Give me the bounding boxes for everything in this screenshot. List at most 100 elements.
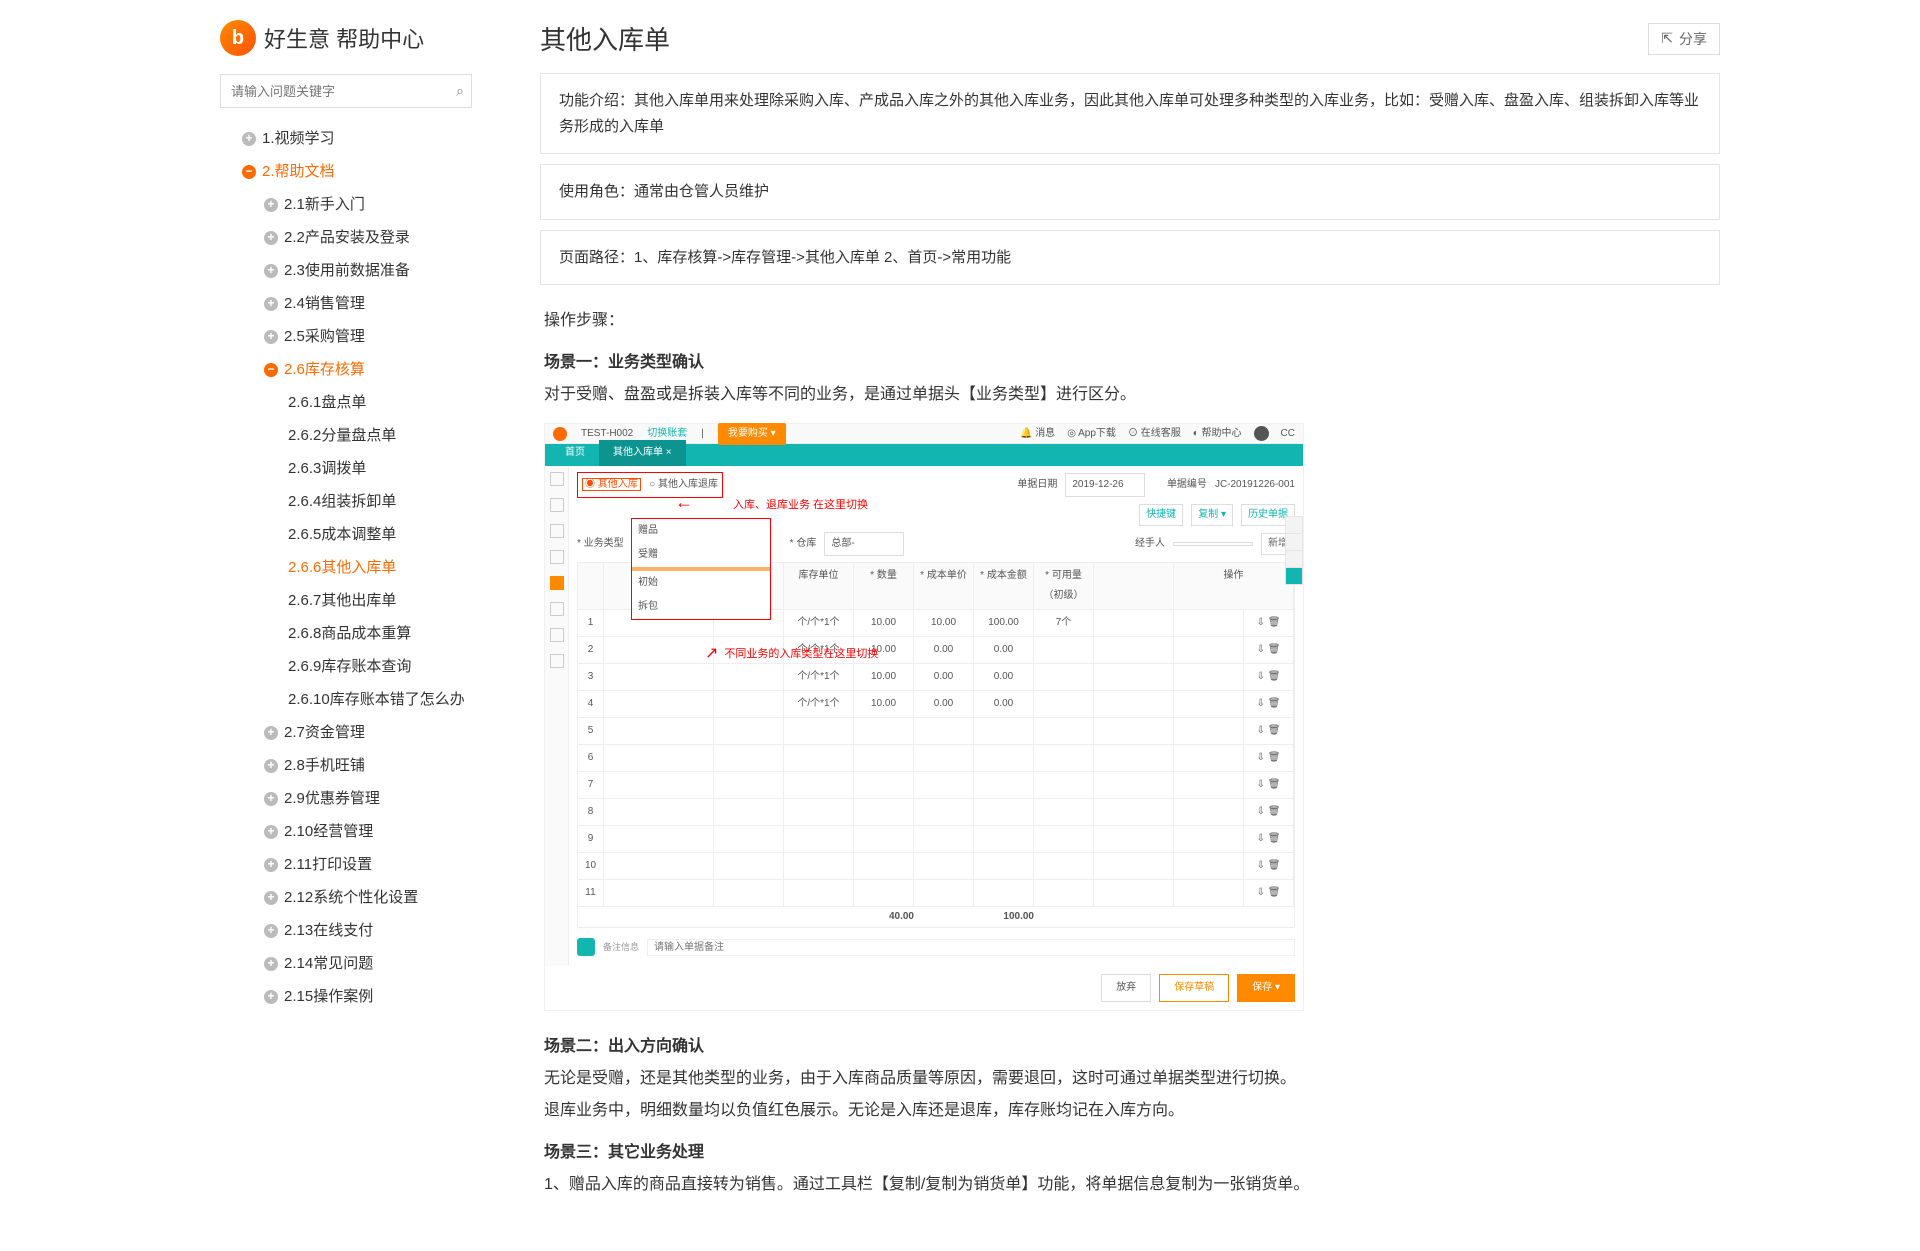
handler-field[interactable] (1173, 542, 1253, 546)
cancel-button[interactable]: 放弃 (1101, 974, 1151, 1002)
dd-opt[interactable]: 受赠 (632, 543, 770, 567)
sidebar-item[interactable]: 2.3使用前数据准备 (264, 254, 472, 287)
table-row-empty[interactable]: 5⇩ 🗑 (577, 718, 1295, 745)
col-header: * 成本金额 (974, 563, 1034, 609)
side-tool[interactable] (1285, 533, 1303, 551)
plus-icon[interactable] (264, 924, 278, 938)
save-draft-button[interactable]: 保存草稿 (1159, 974, 1229, 1002)
buy-button[interactable]: 我要购买 ▾ (718, 423, 786, 445)
tab-doc[interactable]: 其他入库单 × (599, 440, 686, 466)
sidebar-leaf[interactable]: 2.6.1盘点单 (286, 386, 472, 419)
search-input[interactable] (220, 74, 472, 108)
sidebar-item-label: 2.11打印设置 (284, 848, 372, 881)
toolbar-copy[interactable]: 复制 ▾ (1191, 504, 1233, 526)
sidebar-leaf[interactable]: 2.6.2分量盘点单 (286, 419, 472, 452)
plus-icon[interactable] (264, 297, 278, 311)
rail-icon[interactable] (550, 654, 564, 668)
docno-value: JC-20191226-001 (1215, 475, 1295, 495)
rail-icon-active[interactable] (550, 576, 564, 590)
sidebar-item[interactable]: 2.4销售管理 (264, 287, 472, 320)
radio-in[interactable]: ◉ 其他入库 (582, 478, 641, 491)
sidebar-item[interactable]: 2.7资金管理 (264, 716, 472, 749)
sidebar-item[interactable]: 2.8手机旺铺 (264, 749, 472, 782)
sidebar-item[interactable]: 2.10经营管理 (264, 815, 472, 848)
sidebar-item[interactable]: 2.15操作案例 (264, 980, 472, 1013)
toolbar-hotkey[interactable]: 快捷键 (1139, 504, 1183, 526)
table-row[interactable]: 2个/个*1个10.000.000.00⇩ 🗑 (577, 637, 1295, 664)
sidebar-item[interactable]: 2.13在线支付 (264, 914, 472, 947)
sidebar-item[interactable]: 2.2产品安装及登录 (264, 221, 472, 254)
rail-icon[interactable] (550, 628, 564, 642)
username: CC (1281, 424, 1295, 444)
plus-icon[interactable] (264, 825, 278, 839)
sidebar-leaf[interactable]: 2.6.4组装拆卸单 (286, 485, 472, 518)
table-row-empty[interactable]: 10⇩ 🗑 (577, 853, 1295, 880)
side-tool[interactable] (1285, 550, 1303, 568)
rail-icon[interactable] (550, 550, 564, 564)
sidebar-item[interactable]: 2.5采购管理 (264, 320, 472, 353)
plus-icon[interactable] (264, 264, 278, 278)
plus-icon[interactable] (264, 957, 278, 971)
sidebar-item[interactable]: 2.12系统个性化设置 (264, 881, 472, 914)
biztype-dropdown[interactable]: 赠品 受赠 初始 拆包 (631, 518, 771, 620)
plus-icon[interactable] (264, 759, 278, 773)
plus-icon[interactable] (264, 330, 278, 344)
dd-opt[interactable]: 拆包 (632, 595, 770, 619)
plus-icon[interactable] (264, 231, 278, 245)
sidebar-item[interactable]: 2.11打印设置 (264, 848, 472, 881)
dd-opt[interactable]: 初始 (632, 571, 770, 595)
sidebar-leaf[interactable]: 2.6.8商品成本重算 (286, 617, 472, 650)
table-row-empty[interactable]: 7⇩ 🗑 (577, 772, 1295, 799)
save-button[interactable]: 保存 ▾ (1237, 974, 1295, 1002)
side-tool-active[interactable] (1285, 567, 1303, 585)
table-row-empty[interactable]: 11⇩ 🗑 (577, 880, 1295, 907)
sidebar-item[interactable]: 2.帮助文档 (242, 155, 472, 188)
table-row[interactable]: 4个/个*1个10.000.000.00⇩ 🗑 (577, 691, 1295, 718)
table-row-empty[interactable]: 6⇩ 🗑 (577, 745, 1295, 772)
sidebar-item[interactable]: 1.视频学习 (242, 122, 472, 155)
sidebar-item[interactable]: 2.1新手入门 (264, 188, 472, 221)
remark-input[interactable] (647, 939, 1295, 956)
rail-icon[interactable] (550, 602, 564, 616)
rail-icon[interactable] (550, 498, 564, 512)
rail-icon[interactable] (550, 524, 564, 538)
msg-icon[interactable]: 🔔 消息 (1020, 424, 1055, 444)
minus-icon[interactable] (264, 363, 278, 377)
plus-icon[interactable] (264, 198, 278, 212)
plus-icon[interactable] (264, 726, 278, 740)
wh-field[interactable]: 总部- (824, 532, 904, 556)
sidebar-leaf[interactable]: 2.6.6其他入库单 (286, 551, 472, 584)
sidebar-leaf[interactable]: 2.6.3调拨单 (286, 452, 472, 485)
side-tool-rail (1285, 516, 1303, 584)
online-service[interactable]: ⊙ 在线客服 (1128, 424, 1181, 444)
table-row[interactable]: 3个/个*1个10.000.000.00⇩ 🗑 (577, 664, 1295, 691)
sidebar-leaf[interactable]: 2.6.10库存账本错了怎么办 (286, 683, 472, 716)
date-field[interactable]: 2019-12-26 (1065, 473, 1145, 497)
plus-icon[interactable] (264, 891, 278, 905)
sidebar-leaf[interactable]: 2.6.7其他出库单 (286, 584, 472, 617)
sidebar-item-label: 2.12系统个性化设置 (284, 881, 418, 914)
share-button[interactable]: ⇱ 分享 (1648, 23, 1720, 55)
table-row-empty[interactable]: 9⇩ 🗑 (577, 826, 1295, 853)
plus-icon[interactable] (242, 132, 256, 146)
app-download[interactable]: ◎ App下载 (1067, 424, 1116, 444)
table-row-empty[interactable]: 8⇩ 🗑 (577, 799, 1295, 826)
plus-icon[interactable] (264, 792, 278, 806)
sidebar-item[interactable]: 2.9优惠券管理 (264, 782, 472, 815)
sidebar-item[interactable]: 2.6库存核算 (264, 353, 472, 386)
dd-opt[interactable]: 赠品 (632, 519, 770, 543)
help-center[interactable]: ◐ 帮助中心 (1193, 424, 1242, 444)
tab-home[interactable]: 首页 (551, 440, 599, 466)
avatar[interactable] (1254, 426, 1269, 441)
plus-icon[interactable] (264, 990, 278, 1004)
sidebar-item[interactable]: 2.14常见问题 (264, 947, 472, 980)
search-icon[interactable]: ⌕ (456, 83, 464, 100)
rail-icon[interactable] (550, 472, 564, 486)
logo[interactable]: b 好生意 帮助中心 (220, 20, 472, 56)
minus-icon[interactable] (242, 165, 256, 179)
plus-icon[interactable] (264, 858, 278, 872)
sidebar-leaf[interactable]: 2.6.5成本调整单 (286, 518, 472, 551)
sidebar-item-label: 2.1新手入门 (284, 188, 365, 221)
sidebar-leaf[interactable]: 2.6.9库存账本查询 (286, 650, 472, 683)
side-tool[interactable] (1285, 516, 1303, 534)
